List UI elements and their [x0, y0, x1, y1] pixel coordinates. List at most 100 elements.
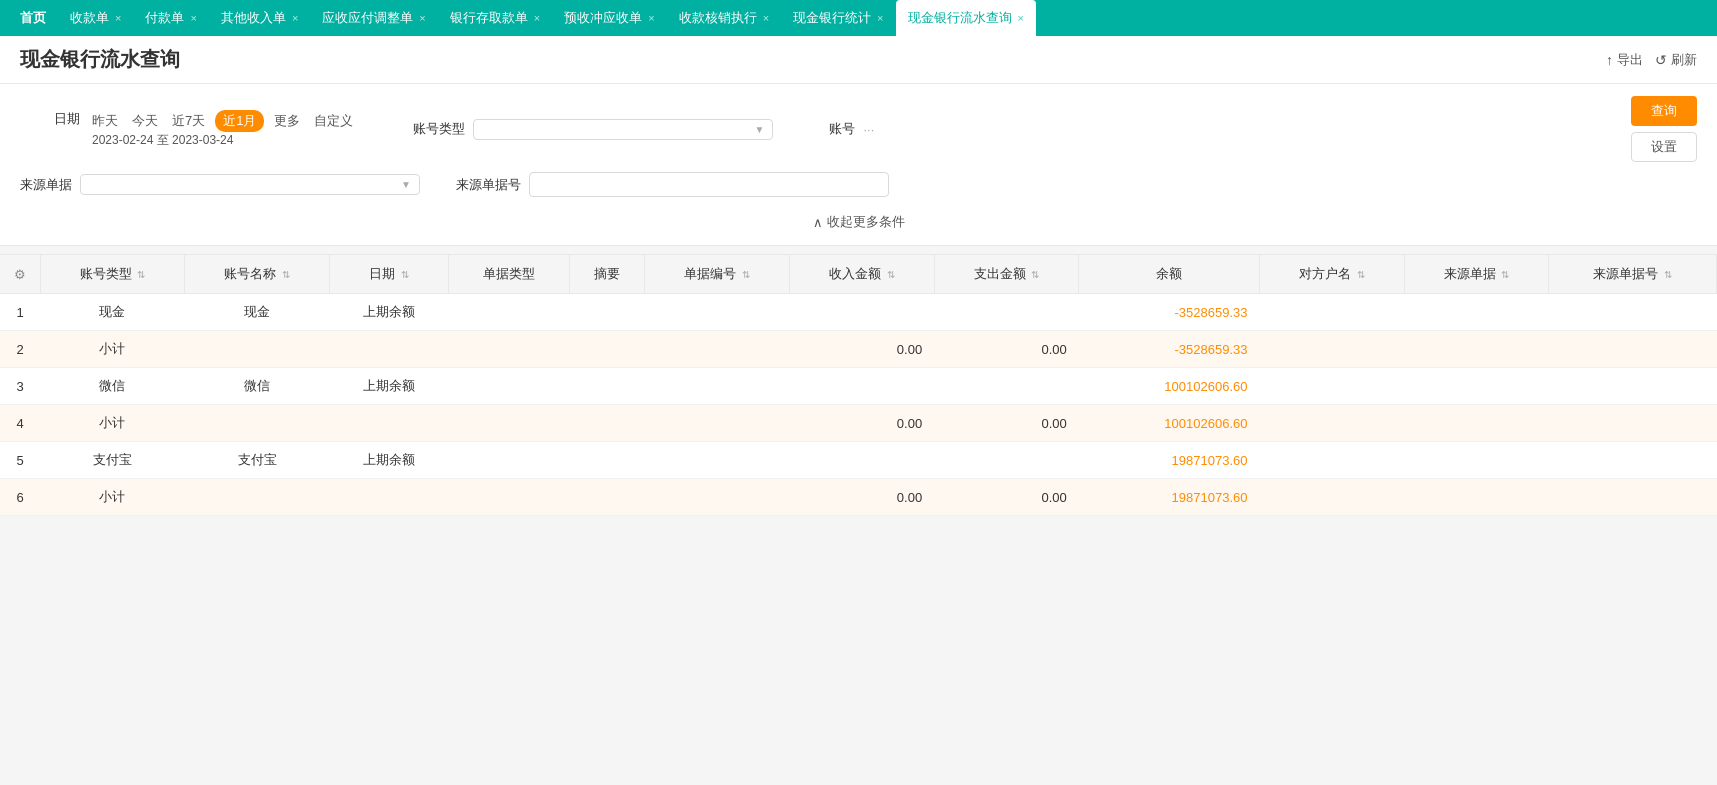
- cell-source-doc-no: [1549, 442, 1717, 479]
- nav-item-cash-flow-query[interactable]: 现金银行流水查询 ×: [896, 0, 1036, 36]
- cell-doc-type: [449, 331, 570, 368]
- nav-item-other-income[interactable]: 其他收入单 ×: [209, 0, 310, 36]
- table-row[interactable]: 6小计0.000.0019871073.60: [0, 479, 1717, 516]
- source-doc-filter: 来源单据 ▼: [20, 174, 420, 195]
- nav-item-ar-ap-adjust-close[interactable]: ×: [419, 12, 425, 24]
- table-row[interactable]: 3微信微信上期余额100102606.60: [0, 368, 1717, 405]
- table-row[interactable]: 1现金现金上期余额-3528659.33: [0, 294, 1717, 331]
- nav-item-payment[interactable]: 付款单 ×: [133, 0, 208, 36]
- nav-item-cash-stats[interactable]: 现金银行统计 ×: [781, 0, 895, 36]
- nav-item-ar-ap-adjust[interactable]: 应收应付调整单 ×: [310, 0, 437, 36]
- cell-account-name: [185, 405, 330, 442]
- collapse-label: 收起更多条件: [827, 213, 905, 231]
- query-button[interactable]: 查询: [1631, 96, 1697, 126]
- date-opt-today[interactable]: 今天: [128, 110, 162, 132]
- nav-item-ar-ap-adjust-label: 应收应付调整单: [322, 9, 413, 27]
- nav-item-advance-offset[interactable]: 预收冲应收单 ×: [552, 0, 666, 36]
- sort-icon-account-name: ⇅: [282, 269, 290, 280]
- account-filter: 账号 ···: [829, 120, 1615, 138]
- nav-item-cash-stats-label: 现金银行统计: [793, 9, 871, 27]
- cell-doc-type: [449, 405, 570, 442]
- nav-item-cash-flow-query-close[interactable]: ×: [1018, 12, 1024, 24]
- date-opt-custom[interactable]: 自定义: [310, 110, 357, 132]
- col-counterpart[interactable]: 对方户名 ⇅: [1260, 255, 1405, 294]
- nav-item-other-income-close[interactable]: ×: [292, 12, 298, 24]
- export-button[interactable]: ↑ 导出: [1606, 51, 1643, 69]
- nav-item-payment-close[interactable]: ×: [190, 12, 196, 24]
- col-counterpart-label: 对方户名: [1299, 266, 1351, 281]
- cell-income: [789, 442, 934, 479]
- cell-doc-type: [449, 442, 570, 479]
- cell-source-doc: [1404, 405, 1549, 442]
- cell-balance: 19871073.60: [1079, 479, 1260, 516]
- table-row[interactable]: 2小计0.000.00-3528659.33: [0, 331, 1717, 368]
- date-opt-more[interactable]: 更多: [270, 110, 304, 132]
- account-more-icon[interactable]: ···: [863, 122, 874, 137]
- cell-source-doc: [1404, 442, 1549, 479]
- cell-account-type: 小计: [40, 405, 185, 442]
- cell-doc-no: [645, 368, 790, 405]
- cell-counterpart: [1260, 368, 1405, 405]
- cell-row-num: 2: [0, 331, 40, 368]
- nav-item-home[interactable]: 首页: [8, 0, 58, 36]
- cell-date: [329, 405, 448, 442]
- cell-counterpart: [1260, 405, 1405, 442]
- date-opt-yesterday[interactable]: 昨天: [88, 110, 122, 132]
- cell-summary: [569, 479, 644, 516]
- cell-row-num: 3: [0, 368, 40, 405]
- col-expense-label: 支出金额: [974, 266, 1026, 281]
- sort-icon-account-type: ⇅: [137, 269, 145, 280]
- cell-row-num: 5: [0, 442, 40, 479]
- sort-icon-income: ⇅: [887, 269, 895, 280]
- col-source-doc[interactable]: 来源单据 ⇅: [1404, 255, 1549, 294]
- nav-item-receipt-label: 收款单: [70, 9, 109, 27]
- nav-item-bank-deposit-close[interactable]: ×: [534, 12, 540, 24]
- cell-source-doc-no: [1549, 479, 1717, 516]
- collapse-bar[interactable]: ∧ 收起更多条件: [20, 207, 1697, 233]
- nav-item-receipt-verify[interactable]: 收款核销执行 ×: [667, 0, 781, 36]
- header-actions: ↑ 导出 ↺ 刷新: [1606, 51, 1697, 69]
- col-date[interactable]: 日期 ⇅: [329, 255, 448, 294]
- cell-date: 上期余额: [329, 368, 448, 405]
- table-row[interactable]: 5支付宝支付宝上期余额19871073.60: [0, 442, 1717, 479]
- nav-item-receipt[interactable]: 收款单 ×: [58, 0, 133, 36]
- table-row[interactable]: 4小计0.000.00100102606.60: [0, 405, 1717, 442]
- nav-item-advance-offset-close[interactable]: ×: [648, 12, 654, 24]
- col-expense[interactable]: 支出金额 ⇅: [934, 255, 1079, 294]
- cell-account-type: 小计: [40, 479, 185, 516]
- cell-balance: -3528659.33: [1079, 294, 1260, 331]
- filter-buttons: 查询 设置: [1631, 96, 1697, 162]
- col-account-type[interactable]: 账号类型 ⇅: [40, 255, 185, 294]
- cell-date: 上期余额: [329, 294, 448, 331]
- settings-button[interactable]: 设置: [1631, 132, 1697, 162]
- export-icon: ↑: [1606, 52, 1613, 68]
- nav-item-receipt-verify-label: 收款核销执行: [679, 9, 757, 27]
- source-doc-chevron-icon: ▼: [401, 179, 411, 190]
- source-doc-no-input[interactable]: [529, 172, 889, 197]
- account-type-select[interactable]: ▼: [473, 119, 773, 140]
- date-opt-7days[interactable]: 近7天: [168, 110, 209, 132]
- col-source-doc-no[interactable]: 来源单据号 ⇅: [1549, 255, 1717, 294]
- refresh-button[interactable]: ↺ 刷新: [1655, 51, 1697, 69]
- source-doc-select[interactable]: ▼: [80, 174, 420, 195]
- cell-source-doc: [1404, 479, 1549, 516]
- gear-icon[interactable]: ⚙: [14, 267, 26, 282]
- nav-item-bank-deposit[interactable]: 银行存取款单 ×: [438, 0, 552, 36]
- cell-doc-no: [645, 405, 790, 442]
- nav-item-cash-flow-query-label: 现金银行流水查询: [908, 9, 1012, 27]
- date-opt-1month[interactable]: 近1月: [215, 110, 264, 132]
- cell-expense: [934, 294, 1079, 331]
- col-doc-no[interactable]: 单据编号 ⇅: [645, 255, 790, 294]
- cell-date: 上期余额: [329, 442, 448, 479]
- cell-account-name: [185, 331, 330, 368]
- col-source-doc-label: 来源单据: [1444, 266, 1496, 281]
- col-income[interactable]: 收入金额 ⇅: [789, 255, 934, 294]
- nav-item-cash-stats-close[interactable]: ×: [877, 12, 883, 24]
- nav-item-receipt-close[interactable]: ×: [115, 12, 121, 24]
- cell-account-type: 支付宝: [40, 442, 185, 479]
- table-area: ⚙ 账号类型 ⇅ 账号名称 ⇅ 日期 ⇅ 单据类型 摘要: [0, 254, 1717, 516]
- cell-account-name: 微信: [185, 368, 330, 405]
- col-account-name[interactable]: 账号名称 ⇅: [185, 255, 330, 294]
- cell-counterpart: [1260, 442, 1405, 479]
- nav-item-receipt-verify-close[interactable]: ×: [763, 12, 769, 24]
